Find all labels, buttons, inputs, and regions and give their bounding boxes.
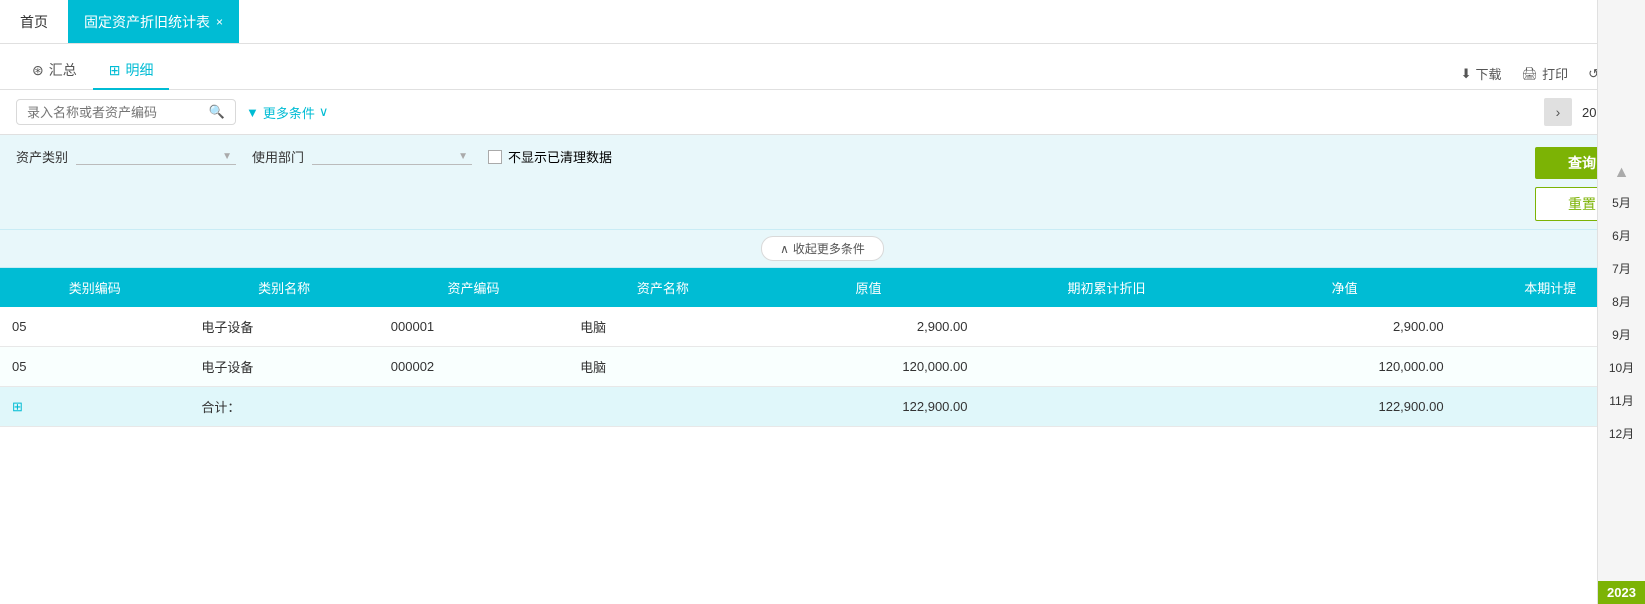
download-icon: ⬇: [1461, 66, 1472, 82]
dropdown-arrow-icon2: ▼: [458, 151, 468, 162]
sidebar-year-badge[interactable]: 2023: [1598, 581, 1645, 604]
table-row: 05 电子设备 000002 电脑 120,000.00 120,000.00: [0, 347, 1645, 387]
summary-label: 合计：: [189, 387, 757, 427]
cell-asset-code: 000002: [379, 347, 568, 387]
asset-category-select[interactable]: ▼: [76, 149, 236, 165]
nav-arrow-button[interactable]: ›: [1544, 98, 1572, 126]
print-label: 打印: [1542, 64, 1568, 83]
cell-original: 2,900.00: [758, 307, 980, 347]
cell-asset-code: 000001: [379, 307, 568, 347]
print-button[interactable]: 🖨 打印: [1522, 64, 1569, 83]
collapse-button[interactable]: ∧ 收起更多条件: [761, 236, 884, 261]
collapse-up-icon: ∧: [780, 242, 789, 256]
download-label: 下载: [1476, 64, 1502, 83]
summary-acc-depreciation: [979, 387, 1233, 427]
content-area: 类别编码 类别名称 资产编码 资产名称 原值 期初累计折旧 净值 本期计提 05: [0, 268, 1645, 604]
search-input-wrap: 🔍: [16, 99, 236, 125]
detail-icon: ⊞: [109, 62, 121, 79]
sidebar-month-8[interactable]: 8月: [1598, 285, 1645, 318]
table-header-row: 类别编码 类别名称 资产编码 资产名称 原值 期初累计折旧 净值 本期计提: [0, 268, 1645, 307]
data-table: 类别编码 类别名称 资产编码 资产名称 原值 期初累计折旧 净值 本期计提 05: [0, 268, 1645, 427]
table-row: 05 电子设备 000001 电脑 2,900.00 2,900.00: [0, 307, 1645, 347]
col-asset-name: 资产名称: [568, 268, 757, 307]
hide-cleared-checkbox[interactable]: [488, 150, 502, 164]
more-conditions-label: 更多条件: [263, 103, 315, 122]
cell-net-value: 2,900.00: [1234, 307, 1456, 347]
summary-icon-cell: ⊞: [0, 387, 189, 427]
cell-category-code: 05: [0, 347, 189, 387]
summary-row: ⊞ 合计： 122,900.00 122,900.00: [0, 387, 1645, 427]
sidebar-month-7[interactable]: 7月: [1598, 268, 1645, 285]
col-category-code: 类别编码: [0, 268, 189, 307]
summary-net-value: 122,900.00: [1234, 387, 1456, 427]
cell-asset-name: 电脑: [568, 307, 757, 347]
chevron-down-icon: ∨: [319, 104, 329, 120]
summary-original: 122,900.00: [758, 387, 980, 427]
collapse-label: 收起更多条件: [793, 240, 865, 257]
tab-label: 固定资产折旧统计表: [84, 12, 210, 32]
search-input[interactable]: [27, 105, 203, 120]
col-net-value: 净值: [1234, 268, 1456, 307]
tab-detail[interactable]: ⊞ 明细: [93, 52, 170, 90]
sidebar-month-9[interactable]: 9月: [1598, 318, 1645, 351]
cell-net-value: 120,000.00: [1234, 347, 1456, 387]
print-icon: 🖨: [1522, 66, 1539, 82]
hide-cleared-label: 不显示已清理数据: [508, 147, 612, 166]
main-tab[interactable]: 固定资产折旧统计表 ×: [68, 0, 239, 43]
home-tab[interactable]: 首页: [0, 0, 68, 43]
filter-row: 资产类别 ▼ 使用部门 ▼ 不显示已清理数据 查询 重置: [0, 135, 1645, 230]
search-bar: 🔍 ▼ 更多条件 ∨ › 2023.01: [0, 90, 1645, 135]
col-category-name: 类别名称: [189, 268, 378, 307]
filter-icon: ▼: [246, 105, 259, 120]
tab-detail-label: 明细: [125, 60, 153, 80]
tab-summary-label: 汇总: [49, 60, 77, 80]
tab-close-icon[interactable]: ×: [216, 15, 223, 29]
sidebar-month-12[interactable]: 12月: [1598, 417, 1645, 450]
cell-category-name: 电子设备: [189, 307, 378, 347]
cell-acc-depreciation: [979, 347, 1233, 387]
table-wrap: 类别编码 类别名称 资产编码 资产名称 原值 期初累计折旧 净值 本期计提 05: [0, 268, 1645, 604]
summary-icon: ⊛: [32, 62, 44, 79]
more-conditions-button[interactable]: ▼ 更多条件 ∨: [246, 103, 328, 122]
collapse-bar: ∧ 收起更多条件: [0, 230, 1645, 268]
cell-original: 120,000.00: [758, 347, 980, 387]
top-nav: 首页 固定资产折旧统计表 × ✕: [0, 0, 1645, 44]
dropdown-arrow-icon: ▼: [222, 151, 232, 162]
download-button[interactable]: ⬇ 下载: [1461, 64, 1502, 83]
cell-acc-depreciation: [979, 307, 1233, 347]
sidebar-month-10[interactable]: 10月: [1598, 351, 1645, 384]
tab-summary[interactable]: ⊛ 汇总: [16, 52, 93, 90]
col-asset-code: 资产编码: [379, 268, 568, 307]
sidebar-month-11[interactable]: 11月: [1598, 384, 1645, 417]
hide-cleared-checkbox-wrap[interactable]: 不显示已清理数据: [488, 147, 612, 166]
cell-category-name: 电子设备: [189, 347, 378, 387]
asset-category-label: 资产类别: [16, 147, 68, 166]
asset-category-filter: 资产类别 ▼: [16, 147, 236, 166]
department-select[interactable]: ▼: [312, 149, 472, 165]
col-original: 原值: [758, 268, 980, 307]
department-filter: 使用部门 ▼: [252, 147, 472, 166]
search-icon: 🔍: [209, 104, 225, 120]
cell-asset-name: 电脑: [568, 347, 757, 387]
department-label: 使用部门: [252, 147, 304, 166]
col-acc-depreciation: 期初累计折旧: [979, 268, 1233, 307]
right-sidebar: ▲ 5月 6月 7月 8月 9月 10月 11月 12月 2023: [1597, 268, 1645, 604]
main-content: 类别编码 类别名称 资产编码 资产名称 原值 期初累计折旧 净值 本期计提 05: [0, 268, 1645, 604]
sub-tabs-bar: ⊛ 汇总 ⊞ 明细 ⬇ 下载 🖨 打印 ↺ 刷新: [0, 44, 1645, 90]
cell-category-code: 05: [0, 307, 189, 347]
